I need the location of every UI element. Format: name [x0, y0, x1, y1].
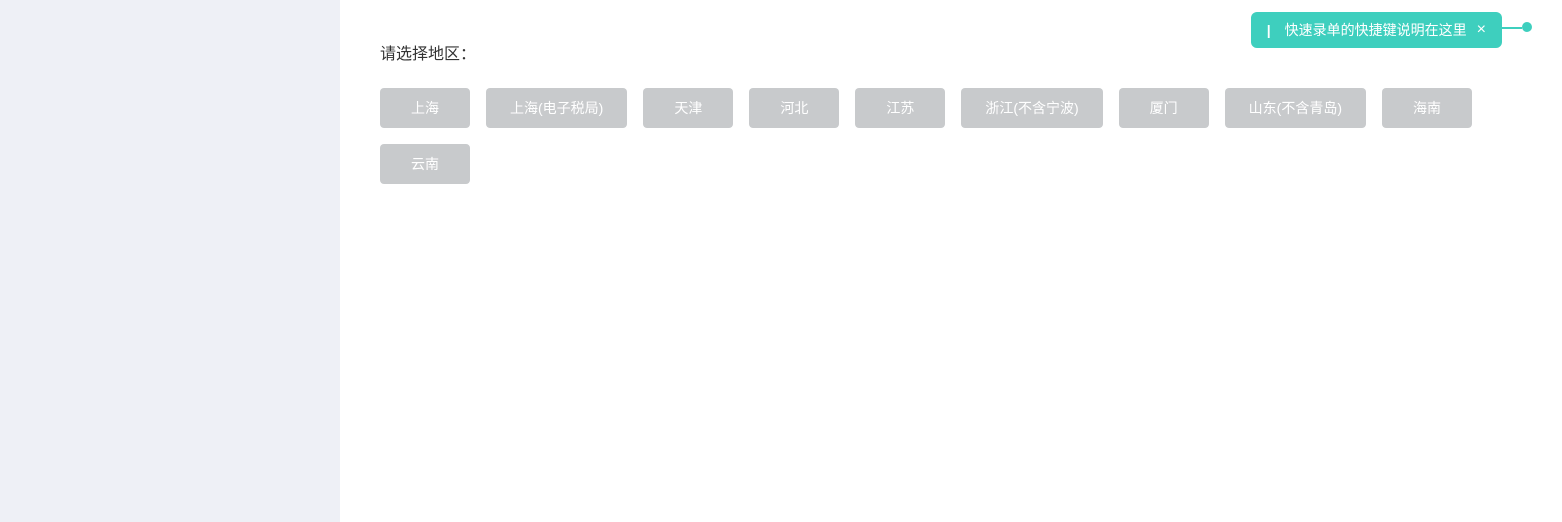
tooltip-text: 快速录单的快捷键说明在这里 [1285, 20, 1467, 40]
tooltip-banner: 快速录单的快捷键说明在这里 × [1251, 12, 1502, 48]
region-button-xiamen[interactable]: 厦门 [1119, 88, 1209, 128]
region-button-jiangsu[interactable]: 江苏 [855, 88, 945, 128]
region-button-shandong[interactable]: 山东(不含青岛) [1225, 88, 1366, 128]
region-button-shanghai-etax[interactable]: 上海(电子税局) [486, 88, 627, 128]
region-button-tianjin[interactable]: 天津 [643, 88, 733, 128]
region-buttons: 上海上海(电子税局) 天津河北江苏浙江(不含宁波) 厦门山东(不含青岛) 海南云南 [380, 88, 1522, 184]
region-button-shanghai[interactable]: 上海 [380, 88, 470, 128]
region-button-hebei[interactable]: 河北 [749, 88, 839, 128]
tooltip-close-button[interactable]: × [1477, 21, 1486, 39]
region-button-yunnan[interactable]: 云南 [380, 144, 470, 184]
tooltip-dot [1522, 22, 1532, 32]
main-content: 请选择地区： 上海上海(电子税局)天津河北江苏浙江(不含宁波)厦门山东(不含青岛… [340, 0, 1562, 522]
tooltip-line [1502, 27, 1522, 29]
left-panel [0, 0, 340, 522]
region-button-zhejiang[interactable]: 浙江(不含宁波) [961, 88, 1102, 128]
region-button-hainan[interactable]: 海南 [1382, 88, 1472, 128]
